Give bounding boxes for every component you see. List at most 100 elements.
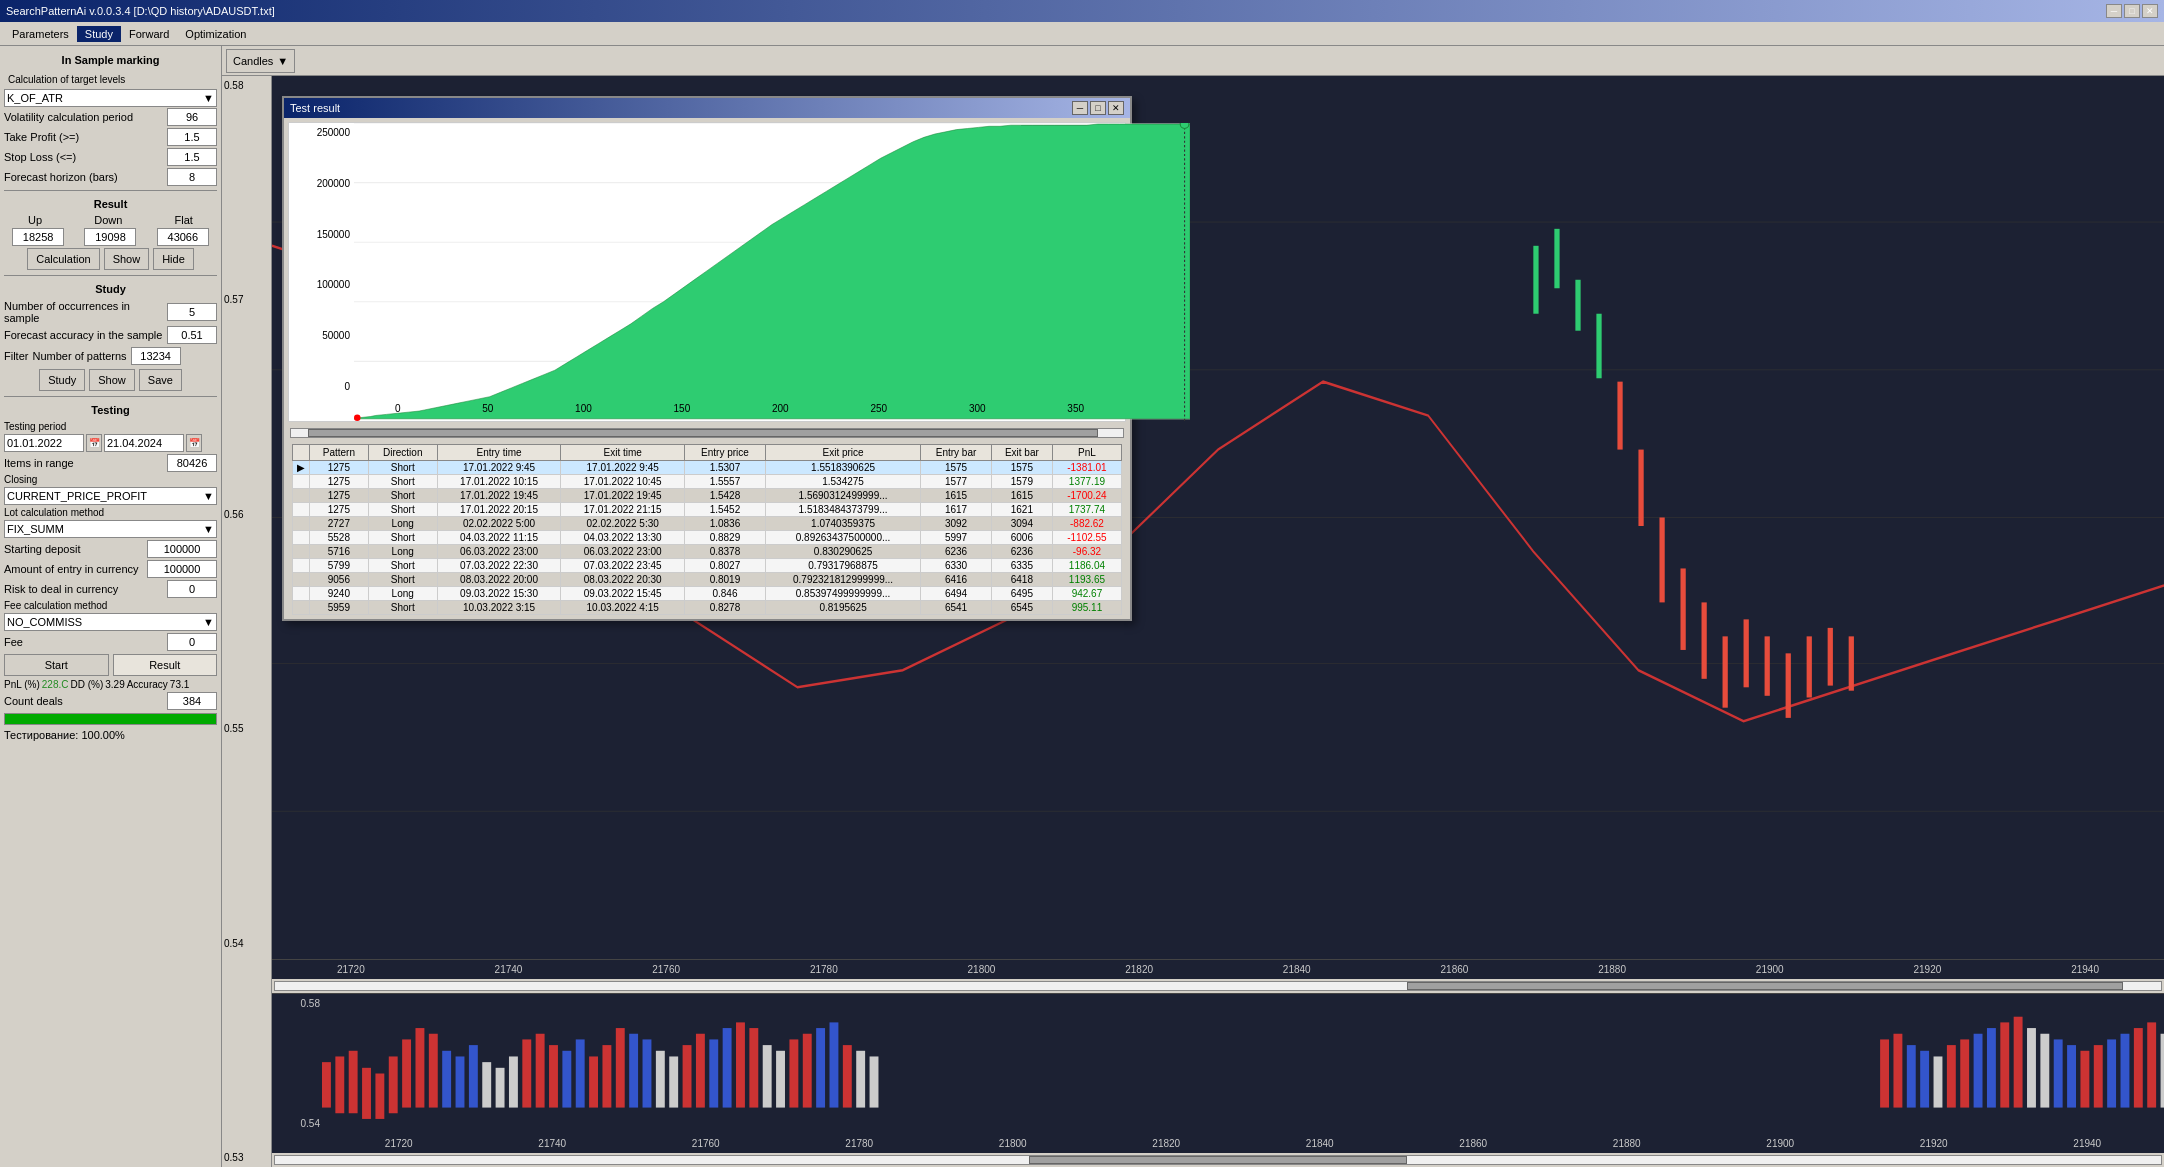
hide-button[interactable]: Hide: [153, 248, 194, 270]
cell-exit-price: 0.89263437500000...: [765, 531, 920, 545]
table-row[interactable]: 9056 Short 08.03.2022 20:00 08.03.2022 2…: [293, 573, 1122, 587]
start-deposit-value[interactable]: 100000: [147, 540, 217, 558]
table-row[interactable]: 1275 Short 17.01.2022 10:15 17.01.2022 1…: [293, 475, 1122, 489]
result-button[interactable]: Result: [113, 654, 218, 676]
cell-entry-price: 1.5307: [685, 461, 766, 475]
minimize-button[interactable]: ─: [2106, 4, 2122, 18]
start-button[interactable]: Start: [4, 654, 109, 676]
take-profit-row: Take Profit (>=) 1.5: [4, 128, 217, 146]
lot-calc-dropdown[interactable]: FIX_SUMM▼: [4, 520, 217, 538]
date-from-btn[interactable]: 📅: [86, 434, 102, 452]
cell-exit-bar: 6495: [991, 587, 1052, 601]
cell-exit-bar: 6545: [991, 601, 1052, 615]
cell-exit-bar: 1615: [991, 489, 1052, 503]
start-deposit-label: Starting deposit: [4, 543, 147, 555]
study-button[interactable]: Study: [39, 369, 85, 391]
cell-exit-price: 0.792321812999999...: [765, 573, 920, 587]
table-row[interactable]: 5528 Short 04.03.2022 11:15 04.03.2022 1…: [293, 531, 1122, 545]
calculation-button[interactable]: Calculation: [27, 248, 99, 270]
fee-value[interactable]: 0: [167, 633, 217, 651]
cell-pattern: 5716: [310, 545, 369, 559]
menu-study[interactable]: Study: [77, 26, 121, 42]
close-button[interactable]: ✕: [2142, 4, 2158, 18]
status-text: Тестирование: 100.00%: [4, 729, 217, 741]
equity-x-axis: 0 50 100 150 200 250 300 350: [354, 396, 1125, 421]
table-row[interactable]: ▶ 1275 Short 17.01.2022 9:45 17.01.2022 …: [293, 461, 1122, 475]
risk-row: Risk to deal in currency 0: [4, 580, 217, 598]
svg-point-116: [1180, 123, 1189, 129]
cell-pnl: 1193.65: [1052, 573, 1121, 587]
equity-scrollbar-thumb[interactable]: [308, 429, 1098, 437]
modal-title-bar: Test result ─ □ ✕: [284, 98, 1130, 118]
cell-entry-price: 0.8278: [685, 601, 766, 615]
occurrences-value: 5: [167, 303, 217, 321]
date-from-input[interactable]: 01.01.2022: [4, 434, 84, 452]
dd-label: DD (%): [70, 679, 103, 690]
cell-exit-price: 0.8195625: [765, 601, 920, 615]
modal-minimize[interactable]: ─: [1072, 101, 1088, 115]
cell-pattern: 9240: [310, 587, 369, 601]
menu-bar: Parameters Study Forward Optimization: [0, 22, 2164, 46]
test-result-modal: Test result ─ □ ✕ ▲ 3: [282, 96, 1132, 621]
maximize-button[interactable]: □: [2124, 4, 2140, 18]
stop-loss-value[interactable]: 1.5: [167, 148, 217, 166]
cell-exit-bar: 6418: [991, 573, 1052, 587]
k-of-atr-dropdown[interactable]: K_OF_ATR ▼: [4, 89, 217, 107]
table-row[interactable]: 5959 Short 10.03.2022 3:15 10.03.2022 4:…: [293, 601, 1122, 615]
forecast-acc-value: 0.51: [167, 326, 217, 344]
table-row[interactable]: 2727 Long 02.02.2022 5:00 02.02.2022 5:3…: [293, 517, 1122, 531]
row-arrow: [293, 545, 310, 559]
study-section-header: Study: [4, 281, 217, 297]
modal-maximize[interactable]: □: [1090, 101, 1106, 115]
testing-period-label: Testing period: [4, 421, 217, 432]
candles-dropdown[interactable]: Candles ▼: [226, 49, 295, 73]
cell-direction: Short: [368, 475, 437, 489]
cell-entry-time: 10.03.2022 3:15: [437, 601, 561, 615]
modal-close[interactable]: ✕: [1108, 101, 1124, 115]
cell-entry-time: 04.03.2022 11:15: [437, 531, 561, 545]
cell-entry-bar: 6494: [921, 587, 992, 601]
col-exit-bar: Exit bar: [991, 445, 1052, 461]
equity-scrollbar[interactable]: [288, 426, 1126, 440]
testing-header: Testing: [4, 402, 217, 418]
forecast-horizon-label: Forecast horizon (bars): [4, 171, 167, 183]
result-labels: Up Down Flat: [4, 214, 217, 226]
table-row[interactable]: 1275 Short 17.01.2022 20:15 17.01.2022 2…: [293, 503, 1122, 517]
cell-direction: Short: [368, 559, 437, 573]
fee-method-dropdown[interactable]: NO_COMMISS▼: [4, 613, 217, 631]
cell-direction: Long: [368, 517, 437, 531]
closing-label: Closing: [4, 474, 217, 485]
table-row[interactable]: 9240 Long 09.03.2022 15:30 09.03.2022 15…: [293, 587, 1122, 601]
menu-forward[interactable]: Forward: [121, 26, 177, 42]
date-to-btn[interactable]: 📅: [186, 434, 202, 452]
cell-pattern: 1275: [310, 503, 369, 517]
num-patterns-value: 13234: [131, 347, 181, 365]
table-row[interactable]: 1275 Short 17.01.2022 19:45 17.01.2022 1…: [293, 489, 1122, 503]
table-row[interactable]: 5716 Long 06.03.2022 23:00 06.03.2022 23…: [293, 545, 1122, 559]
forecast-horizon-value[interactable]: 8: [167, 168, 217, 186]
risk-value[interactable]: 0: [167, 580, 217, 598]
cell-exit-price: 0.830290625: [765, 545, 920, 559]
row-arrow: [293, 489, 310, 503]
filter-row: Filter Number of patterns 13234: [4, 347, 217, 365]
menu-optimization[interactable]: Optimization: [177, 26, 254, 42]
flat-value: 43066: [157, 228, 209, 246]
cell-entry-time: 17.01.2022 20:15: [437, 503, 561, 517]
entry-amount-value[interactable]: 100000: [147, 560, 217, 578]
cell-entry-time: 17.01.2022 9:45: [437, 461, 561, 475]
cell-entry-bar: 6330: [921, 559, 992, 573]
table-row[interactable]: 5799 Short 07.03.2022 22:30 07.03.2022 2…: [293, 559, 1122, 573]
date-to-input[interactable]: 21.04.2024: [104, 434, 184, 452]
menu-parameters[interactable]: Parameters: [4, 26, 77, 42]
trade-table-container[interactable]: Pattern Direction Entry time Exit time E…: [288, 442, 1126, 617]
show-button-1[interactable]: Show: [104, 248, 150, 270]
cell-exit-price: 1.0740359375: [765, 517, 920, 531]
take-profit-value[interactable]: 1.5: [167, 128, 217, 146]
closing-dropdown[interactable]: CURRENT_PRICE_PROFIT▼: [4, 487, 217, 505]
flat-label: Flat: [175, 214, 193, 226]
save-button[interactable]: Save: [139, 369, 182, 391]
show-button-2[interactable]: Show: [89, 369, 135, 391]
cell-entry-price: 1.5557: [685, 475, 766, 489]
row-arrow: [293, 601, 310, 615]
modal-controls: ─ □ ✕: [1072, 101, 1124, 115]
